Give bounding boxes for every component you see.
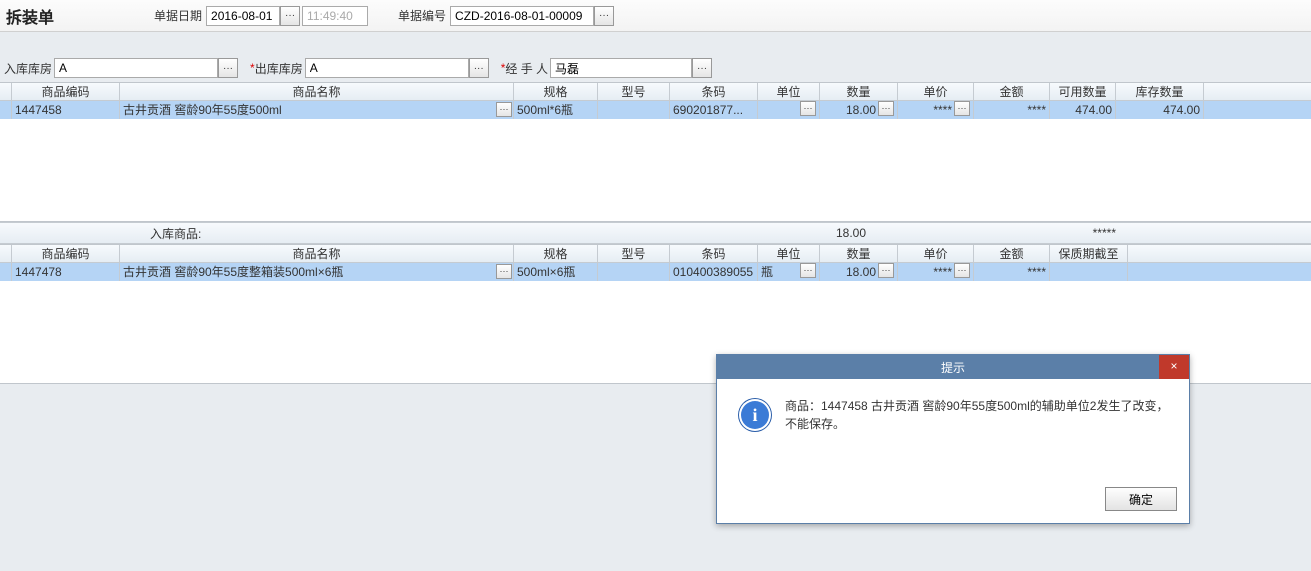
col-price: 单价 [898,83,974,100]
grid-in-header: 商品编码 商品名称 规格 型号 条码 单位 数量 单价 金额 保质期截至 [0,245,1311,263]
qty-lookup-button[interactable]: ··· [878,101,894,116]
grid-out: 商品编码 商品名称 规格 型号 条码 单位 数量 单价 金额 可用数量 库存数量… [0,82,1311,222]
col-stock: 库存数量 [1116,83,1204,100]
titlebar: 拆装单 单据日期 ··· 单据编号 ··· [0,0,1311,32]
col-qty: 数量 [820,83,898,100]
row-leader [0,101,12,119]
col-avail: 可用数量 [1050,83,1116,100]
summary-amount: ***** [874,226,1124,240]
cell-qty: 18.00··· [820,101,898,119]
col-name: 商品名称 [120,245,514,262]
name-lookup-button[interactable]: ··· [496,102,512,117]
col-model: 型号 [598,245,670,262]
name-lookup-button[interactable]: ··· [496,264,512,279]
cell-avail: 474.00 [1050,101,1116,119]
filter-bar: 入库库房 ··· * 出库库房 ··· * 经 手 人 ··· [0,54,1311,82]
col-leader [0,83,12,100]
cell-unit: 瓶 ··· [758,263,820,281]
out-warehouse-lookup-button[interactable]: ··· [469,58,489,78]
cell-amount: **** [974,101,1050,119]
cell-name: 古井贡酒 窖龄90年55度整箱装500ml×6瓶··· [120,263,514,281]
docno-lookup-button[interactable]: ··· [594,6,614,26]
dialog-titlebar: 提示 × [717,355,1189,379]
grid-out-header: 商品编码 商品名称 规格 型号 条码 单位 数量 单价 金额 可用数量 库存数量 [0,83,1311,101]
handler-lookup-button[interactable]: ··· [692,58,712,78]
docno-label: 单据编号 [398,7,446,24]
docno-input[interactable] [450,6,594,26]
price-lookup-button[interactable]: ··· [954,263,970,278]
col-amount: 金额 [974,245,1050,262]
row-leader [0,263,12,281]
page-title: 拆装单 [6,4,54,28]
col-unit: 单位 [758,83,820,100]
cell-stock: 474.00 [1116,101,1204,119]
summary-row: 入库商品: 18.00 ***** [0,222,1311,244]
table-row[interactable]: 1447478 古井贡酒 窖龄90年55度整箱装500ml×6瓶··· 500m… [0,263,1311,281]
col-name: 商品名称 [120,83,514,100]
in-warehouse-lookup-button[interactable]: ··· [218,58,238,78]
col-leader [0,245,12,262]
qty-lookup-button[interactable]: ··· [878,263,894,278]
cell-spec: 500ml*6瓶 [514,101,598,119]
cell-price: ****··· [898,101,974,119]
col-price: 单价 [898,245,974,262]
price-lookup-button[interactable]: ··· [954,101,970,116]
cell-price: ****··· [898,263,974,281]
close-button[interactable]: × [1159,355,1189,379]
out-warehouse-input[interactable] [305,58,469,78]
cell-name: 古井贡酒 窖龄90年55度500ml··· [120,101,514,119]
cell-unit: ··· [758,101,820,119]
col-qty: 数量 [820,245,898,262]
cell-exp [1050,263,1128,281]
summary-label: 入库商品: [120,225,514,242]
col-spec: 规格 [514,245,598,262]
col-barcode: 条码 [670,245,758,262]
cell-amount: **** [974,263,1050,281]
handler-label: 经 手 人 [505,60,548,77]
table-row[interactable]: 1447458 古井贡酒 窖龄90年55度500ml··· 500ml*6瓶 6… [0,101,1311,119]
date-input[interactable] [206,6,280,26]
unit-lookup-button[interactable]: ··· [800,101,816,116]
col-amount: 金额 [974,83,1050,100]
col-spec: 规格 [514,83,598,100]
col-unit: 单位 [758,245,820,262]
col-exp: 保质期截至 [1050,245,1128,262]
out-warehouse-label: 出库库房 [255,60,303,77]
info-icon: i [739,399,771,431]
col-code: 商品编码 [12,245,120,262]
cell-barcode: 010400389055 [670,263,758,281]
date-label: 单据日期 [154,7,202,24]
date-picker-button[interactable]: ··· [280,6,300,26]
unit-lookup-button[interactable]: ··· [800,263,816,278]
cell-model [598,101,670,119]
col-barcode: 条码 [670,83,758,100]
cell-code: 1447478 [12,263,120,281]
dialog-message: 商品：1447458 古井贡酒 窖龄90年55度500ml的辅助单位2发生了改变… [785,397,1175,433]
cell-model [598,263,670,281]
cell-barcode: 690201877... [670,101,758,119]
in-warehouse-label: 入库库房 [4,60,52,77]
summary-qty: 18.00 [734,226,874,240]
time-input[interactable] [302,6,368,26]
cell-code: 1447458 [12,101,120,119]
col-code: 商品编码 [12,83,120,100]
in-warehouse-input[interactable] [54,58,218,78]
info-dialog: 提示 × i 商品：1447458 古井贡酒 窖龄90年55度500ml的辅助单… [716,354,1190,524]
cell-spec: 500ml×6瓶 [514,263,598,281]
cell-qty: 18.00··· [820,263,898,281]
dialog-title: 提示 [941,359,965,376]
handler-input[interactable] [550,58,692,78]
col-model: 型号 [598,83,670,100]
ok-button[interactable]: 确定 [1105,487,1177,511]
